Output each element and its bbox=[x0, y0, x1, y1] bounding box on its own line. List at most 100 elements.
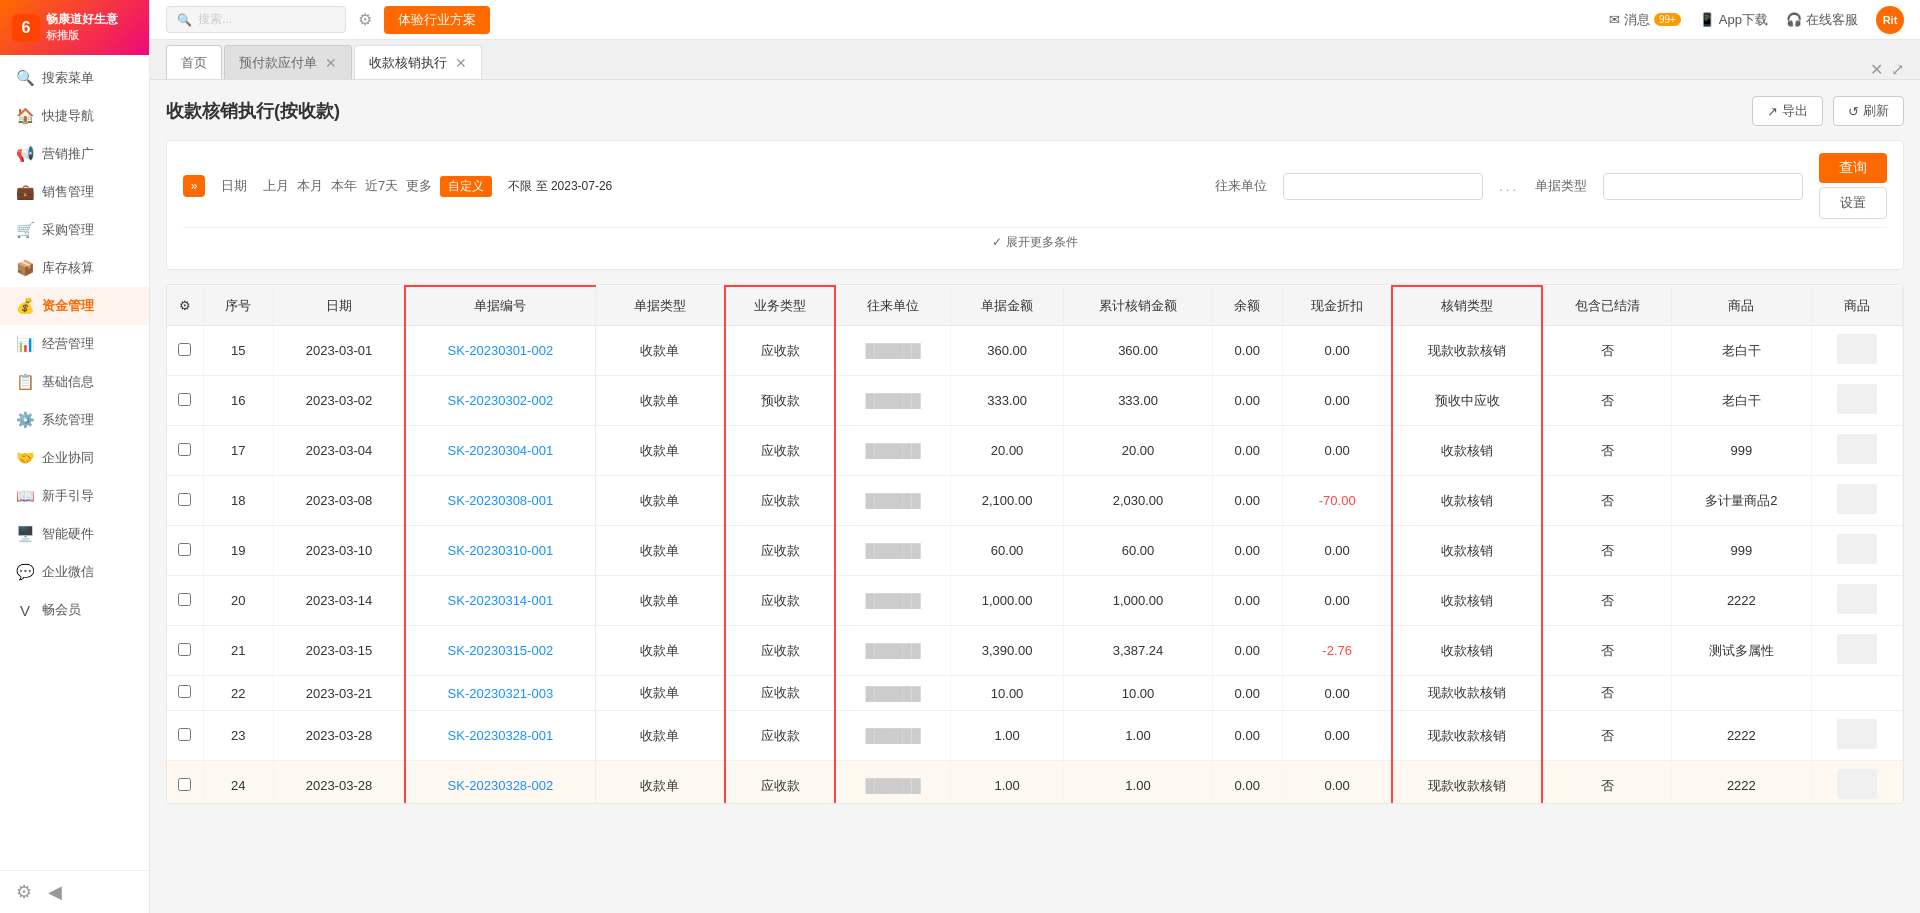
sidebar-item-sales[interactable]: 💼销售管理 bbox=[0, 173, 149, 211]
sidebar-item-vip[interactable]: V畅会员 bbox=[0, 591, 149, 629]
col-bill-type-header: 单据类型 bbox=[595, 286, 724, 326]
sidebar-item-wechat[interactable]: 💬企业微信 bbox=[0, 553, 149, 591]
sidebar-item-hardware[interactable]: 🖥️智能硬件 bbox=[0, 515, 149, 553]
tab-prepay[interactable]: 预付款应付单 ✕ bbox=[224, 45, 352, 79]
sidebar-item-system[interactable]: ⚙️系统管理 bbox=[0, 401, 149, 439]
cell-include-settled: 否 bbox=[1542, 576, 1671, 626]
message-button[interactable]: ✉ 消息 99+ bbox=[1609, 11, 1681, 29]
tab-close-all-icon[interactable]: ✕ bbox=[1870, 60, 1883, 79]
cell-include-settled: 否 bbox=[1542, 426, 1671, 476]
sidebar-item-operation[interactable]: 📊经营管理 bbox=[0, 325, 149, 363]
tab-collection-close-icon[interactable]: ✕ bbox=[455, 55, 467, 71]
global-search[interactable]: 🔍 搜索... bbox=[166, 6, 346, 33]
headset-icon: 🎧 bbox=[1786, 12, 1802, 27]
cell-biz-type: 应收款 bbox=[725, 576, 836, 626]
date-curr-year[interactable]: 本年 bbox=[331, 177, 357, 195]
sidebar-item-finance[interactable]: 💰资金管理 bbox=[0, 287, 149, 325]
online-service-button[interactable]: 🎧 在线客服 bbox=[1786, 11, 1858, 29]
cell-biz-type: 应收款 bbox=[725, 711, 836, 761]
collapse-icon[interactable]: ◀ bbox=[48, 881, 62, 903]
sidebar-item-marketing[interactable]: 📢营销推广 bbox=[0, 135, 149, 173]
date-prev-month[interactable]: 上月 bbox=[263, 177, 289, 195]
app-logo: 6 畅康道好生意 标推版 bbox=[0, 0, 149, 55]
guide-icon: 📖 bbox=[16, 487, 34, 505]
cell-cancel-type: 收款核销 bbox=[1392, 426, 1542, 476]
query-button[interactable]: 查询 bbox=[1819, 153, 1887, 183]
filter-more-dots[interactable]: ... bbox=[1499, 179, 1519, 194]
tab-prepay-close-icon[interactable]: ✕ bbox=[325, 55, 337, 71]
cell-bill-type: 收款单 bbox=[595, 526, 724, 576]
col-goods-header: 商品 bbox=[1672, 286, 1812, 326]
date-more[interactable]: 更多 bbox=[406, 177, 432, 195]
cell-checkbox[interactable] bbox=[167, 676, 203, 711]
phone-icon: 📱 bbox=[1699, 12, 1715, 27]
filter-setting-button[interactable]: 设置 bbox=[1819, 187, 1887, 219]
cell-partner: ██████ bbox=[835, 526, 950, 576]
bill-type-select[interactable]: 收款单 红字收款单 bbox=[1603, 173, 1803, 200]
cell-checkbox[interactable] bbox=[167, 476, 203, 526]
table-body: 15 2023-03-01 SK-20230301-002 收款单 应收款 ██… bbox=[167, 326, 1903, 805]
sidebar-item-inventory[interactable]: 📦库存核算 bbox=[0, 249, 149, 287]
settings-icon[interactable]: ⚙ bbox=[16, 881, 32, 903]
cell-no: 24 bbox=[203, 761, 273, 805]
page-title-bar: 收款核销执行(按收款) ↗ 导出 ↺ 刷新 bbox=[166, 96, 1904, 126]
cell-bill-type: 收款单 bbox=[595, 676, 724, 711]
col-settings-header[interactable]: ⚙ bbox=[167, 286, 203, 326]
table-row: 15 2023-03-01 SK-20230301-002 收款单 应收款 ██… bbox=[167, 326, 1903, 376]
cell-goods2 bbox=[1811, 576, 1902, 626]
cell-checkbox[interactable] bbox=[167, 626, 203, 676]
filter-toggle-button[interactable]: » bbox=[183, 175, 205, 197]
cell-balance: 0.00 bbox=[1212, 626, 1282, 676]
expand-conditions-button[interactable]: ✓ 展开更多条件 bbox=[183, 227, 1887, 257]
cell-no: 19 bbox=[203, 526, 273, 576]
cell-partner: ██████ bbox=[835, 476, 950, 526]
date-custom-button[interactable]: 自定义 bbox=[440, 176, 492, 197]
cell-goods2 bbox=[1811, 426, 1902, 476]
sidebar-item-guide[interactable]: 📖新手引导 bbox=[0, 477, 149, 515]
user-avatar[interactable]: Rit bbox=[1876, 6, 1904, 34]
tab-maximize-icon[interactable]: ⤢ bbox=[1891, 60, 1904, 79]
cell-goods: 999 bbox=[1672, 426, 1812, 476]
cell-goods2 bbox=[1811, 626, 1902, 676]
cell-bill-amount: 1.00 bbox=[950, 761, 1064, 805]
cell-checkbox[interactable] bbox=[167, 526, 203, 576]
page-title: 收款核销执行(按收款) bbox=[166, 99, 340, 123]
cell-checkbox[interactable] bbox=[167, 326, 203, 376]
cell-checkbox[interactable] bbox=[167, 576, 203, 626]
cell-checkbox[interactable] bbox=[167, 761, 203, 805]
message-icon: ✉ bbox=[1609, 12, 1620, 27]
cell-bill-no: SK-20230328-001 bbox=[405, 711, 595, 761]
table-row: 20 2023-03-14 SK-20230314-001 收款单 应收款 ██… bbox=[167, 576, 1903, 626]
cell-biz-type: 应收款 bbox=[725, 426, 836, 476]
data-table: ⚙ 序号 日期 单据编号 单据类型 业务类型 往来单位 单据金额 累计核销金额 … bbox=[167, 285, 1903, 804]
main-area: 🔍 搜索... ⚙ 体验行业方案 ✉ 消息 99+ 📱 App下载 🎧 在线客服… bbox=[150, 0, 1920, 913]
sidebar-item-purchase[interactable]: 🛒采购管理 bbox=[0, 211, 149, 249]
partner-filter-input[interactable] bbox=[1283, 173, 1483, 200]
cell-cash-discount: 0.00 bbox=[1282, 426, 1392, 476]
refresh-button[interactable]: ↺ 刷新 bbox=[1833, 96, 1904, 126]
tab-home[interactable]: 首页 bbox=[166, 45, 222, 79]
filter-row-1: » 日期 上月 本月 本年 近7天 更多 自定义 不限 至 2023-07-26… bbox=[183, 153, 1887, 219]
solution-button[interactable]: 体验行业方案 bbox=[384, 6, 490, 34]
cell-checkbox[interactable] bbox=[167, 376, 203, 426]
cell-date: 2023-03-04 bbox=[273, 426, 405, 476]
cell-cancel-type: 收款核销 bbox=[1392, 476, 1542, 526]
date-7days[interactable]: 近7天 bbox=[365, 177, 398, 195]
cell-checkbox[interactable] bbox=[167, 426, 203, 476]
cell-checkbox[interactable] bbox=[167, 711, 203, 761]
cell-bill-type: 收款单 bbox=[595, 626, 724, 676]
sidebar-item-basic[interactable]: 📋基础信息 bbox=[0, 363, 149, 401]
cell-cash-discount: 0.00 bbox=[1282, 326, 1392, 376]
cell-bill-amount: 360.00 bbox=[950, 326, 1064, 376]
tab-collection[interactable]: 收款核销执行 ✕ bbox=[354, 45, 482, 79]
settings-gear-icon[interactable]: ⚙ bbox=[358, 10, 372, 29]
export-button[interactable]: ↗ 导出 bbox=[1752, 96, 1823, 126]
sidebar-label-operation: 经营管理 bbox=[42, 335, 94, 353]
cell-no: 20 bbox=[203, 576, 273, 626]
sidebar-item-enterprise[interactable]: 🤝企业协同 bbox=[0, 439, 149, 477]
date-filter-label: 日期 bbox=[221, 177, 247, 195]
sidebar-item-search[interactable]: 🔍搜索菜单 bbox=[0, 59, 149, 97]
date-curr-month[interactable]: 本月 bbox=[297, 177, 323, 195]
sidebar-item-quicknav[interactable]: 🏠快捷导航 bbox=[0, 97, 149, 135]
app-download-button[interactable]: 📱 App下载 bbox=[1699, 11, 1768, 29]
